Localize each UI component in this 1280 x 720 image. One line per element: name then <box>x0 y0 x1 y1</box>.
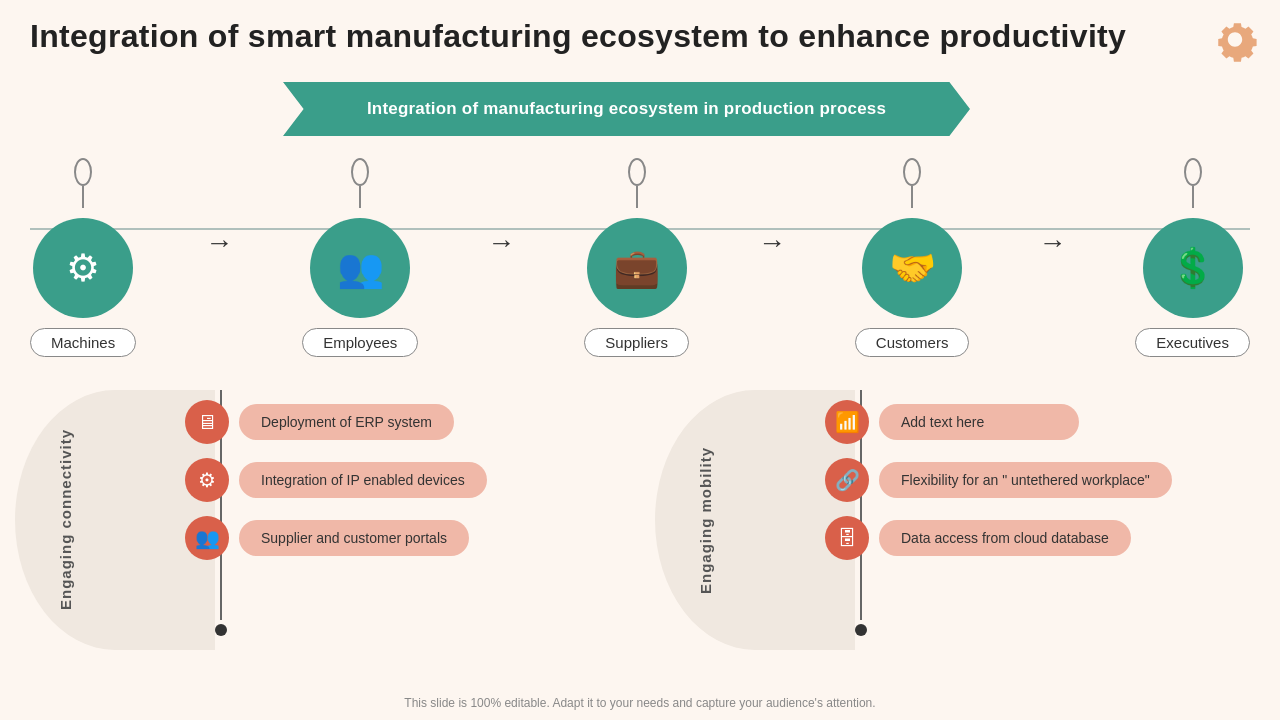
left-panel-item-2: ⚙ Integration of IP enabled devices <box>185 458 487 502</box>
employees-label: Employees <box>302 328 418 357</box>
suppliers-label: Suppliers <box>584 328 689 357</box>
arrow-2: → <box>487 227 515 259</box>
customers-label: Customers <box>855 328 970 357</box>
wifi-icon: 📶 <box>825 400 869 444</box>
arrow-1: → <box>205 227 233 259</box>
left-panel-content: 🖥 Deployment of ERP system ⚙ Integration… <box>185 390 487 650</box>
right-panel-item-3: 🗄 Data access from cloud database <box>825 516 1172 560</box>
banner-text: Integration of manufacturing ecosystem i… <box>367 99 886 119</box>
portal-text: Supplier and customer portals <box>239 520 469 556</box>
customers-icon: 🤝 <box>862 218 962 318</box>
erp-icon: 🖥 <box>185 400 229 444</box>
hang-oval <box>74 158 92 186</box>
right-panel-dot <box>855 624 867 636</box>
hang-connector-customers <box>903 158 921 208</box>
ip-text: Integration of IP enabled devices <box>239 462 487 498</box>
cloud-icon: 🗄 <box>825 516 869 560</box>
machines-label: Machines <box>30 328 136 357</box>
cloud-text: Data access from cloud database <box>879 520 1131 556</box>
hang-connector-employees <box>351 158 369 208</box>
employees-icon: 👥 <box>310 218 410 318</box>
hang-line <box>636 186 638 208</box>
hang-connector-machines <box>74 158 92 208</box>
left-panel-label: Engaging connectivity <box>57 429 74 610</box>
hang-line <box>1192 186 1194 208</box>
suppliers-icon: 💼 <box>587 218 687 318</box>
portal-icon: 👥 <box>185 516 229 560</box>
right-panel-content: 📶 Add text here 🔗 Flexibility for an " u… <box>825 390 1172 650</box>
hang-line <box>911 186 913 208</box>
hang-oval <box>903 158 921 186</box>
hang-connector-suppliers <box>628 158 646 208</box>
hang-oval <box>628 158 646 186</box>
flow-item-suppliers: 💼 Suppliers <box>584 158 689 357</box>
right-panel-item-1: 📶 Add text here <box>825 400 1172 444</box>
left-panel-label-wrap: Engaging connectivity <box>25 390 105 650</box>
flow-item-executives: 💲 Executives <box>1135 158 1250 357</box>
add-text: Add text here <box>879 404 1079 440</box>
ip-icon: ⚙ <box>185 458 229 502</box>
footer: This slide is 100% editable. Adapt it to… <box>0 696 1280 710</box>
arrow-4: → <box>1038 227 1066 259</box>
untethered-icon: 🔗 <box>825 458 869 502</box>
executives-label: Executives <box>1135 328 1250 357</box>
banner: Integration of manufacturing ecosystem i… <box>283 82 970 136</box>
bottom-section: Engaging connectivity 🖥 Deployment of ER… <box>15 390 1265 650</box>
flow-item-employees: 👥 Employees <box>302 158 418 357</box>
right-panel: Engaging mobility 📶 Add text here 🔗 Flex… <box>655 390 1265 650</box>
arrow-3: → <box>758 227 786 259</box>
left-panel: Engaging connectivity 🖥 Deployment of ER… <box>15 390 625 650</box>
machines-icon: ⚙ <box>33 218 133 318</box>
left-panel-dot <box>215 624 227 636</box>
gear-decoration-icon <box>1208 8 1262 62</box>
left-panel-item-3: 👥 Supplier and customer portals <box>185 516 487 560</box>
executives-icon: 💲 <box>1143 218 1243 318</box>
erp-text: Deployment of ERP system <box>239 404 454 440</box>
right-panel-item-2: 🔗 Flexibility for an " untethered workpl… <box>825 458 1172 502</box>
hang-line <box>82 186 84 208</box>
flow-item-customers: 🤝 Customers <box>855 158 970 357</box>
hang-line <box>359 186 361 208</box>
hang-connector-executives <box>1184 158 1202 208</box>
left-panel-item-1: 🖥 Deployment of ERP system <box>185 400 487 444</box>
right-panel-label-wrap: Engaging mobility <box>665 390 745 650</box>
hang-oval <box>1184 158 1202 186</box>
flow-row: ⚙ Machines → 👥 Employees → 💼 Suppliers →… <box>30 158 1250 357</box>
hang-oval <box>351 158 369 186</box>
right-panel-label: Engaging mobility <box>697 447 714 594</box>
untethered-text: Flexibility for an " untethered workplac… <box>879 462 1172 498</box>
flow-item-machines: ⚙ Machines <box>30 158 136 357</box>
page-title: Integration of smart manufacturing ecosy… <box>30 18 1126 55</box>
